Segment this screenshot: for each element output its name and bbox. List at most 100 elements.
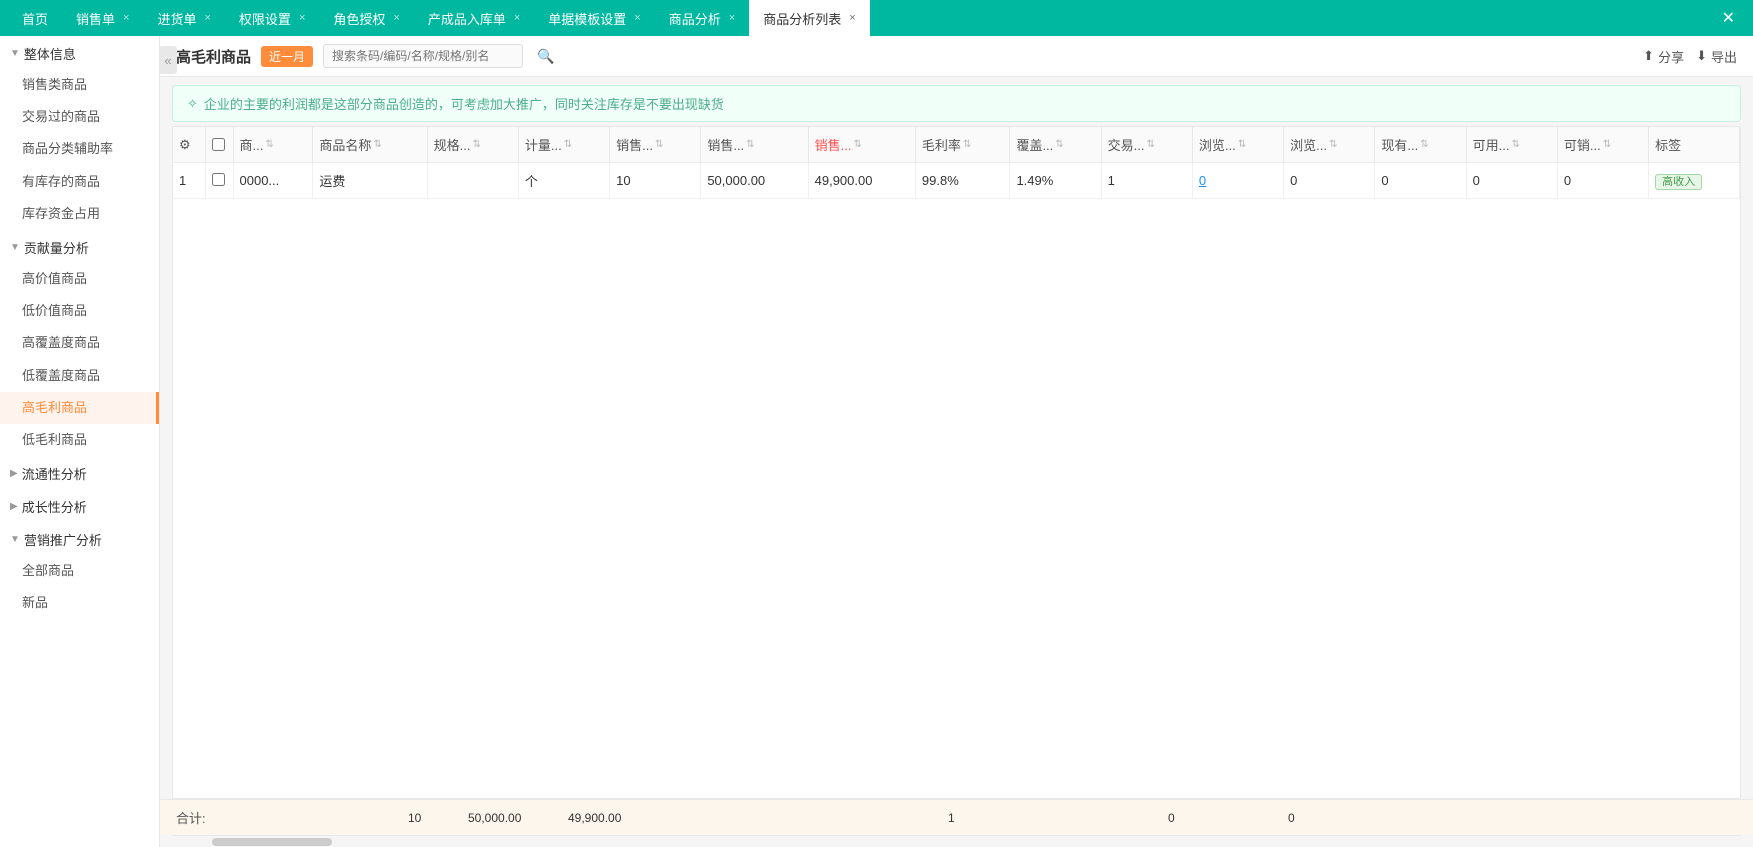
sidebar-item-low-value[interactable]: 低价值商品	[0, 295, 159, 327]
col-checkbox[interactable]	[205, 127, 233, 163]
sidebar-section-growth[interactable]: ▶ 成长性分析	[0, 489, 159, 522]
sidebar-section-marketing[interactable]: ▼ 营销推广分析	[0, 522, 159, 555]
sidebar-item-category-assist-rate[interactable]: 商品分类辅助率	[0, 133, 159, 165]
chevron-right-icon-2: ▶	[10, 501, 18, 512]
nav-home[interactable]: 首页	[8, 0, 62, 36]
sidebar-item-new-goods[interactable]: 新品	[0, 587, 159, 619]
close-purchase-order-icon[interactable]: ×	[204, 12, 210, 24]
footer-gap	[660, 811, 940, 825]
nav-purchase-order[interactable]: 进货单 ×	[143, 0, 224, 36]
sidebar: ▼ 整体信息 销售类商品 交易过的商品 商品分类辅助率 有库存的商品 库存资金占…	[0, 36, 160, 847]
cell-current-stock: 0	[1375, 163, 1466, 199]
footer-sales-qty: 10	[400, 811, 460, 825]
chevron-right-icon: ▶	[10, 468, 18, 479]
cell-name: 运费	[313, 163, 427, 199]
col-coverage[interactable]: 覆盖... ⇅	[1010, 127, 1101, 163]
nav-role-auth[interactable]: 角色授权 ×	[319, 0, 413, 36]
cell-spec	[427, 163, 518, 199]
footer-total: 合计: 10 50,000.00 49,900.00 1 0 0	[160, 799, 1753, 835]
col-current-stock[interactable]: 现有... ⇅	[1375, 127, 1466, 163]
footer-transactions: 1	[940, 811, 1000, 825]
cell-sales-amount: 50,000.00	[701, 163, 808, 199]
col-gross-margin[interactable]: 毛利率 ⇅	[915, 127, 1010, 163]
horizontal-scrollbar[interactable]	[172, 835, 1741, 847]
close-product-analysis-icon[interactable]: ×	[729, 12, 735, 24]
nav-template-settings[interactable]: 单据模板设置 ×	[534, 0, 654, 36]
top-nav-bar: 首页 销售单 × 进货单 × 权限设置 × 角色授权 × 产成品入库单 × 单据…	[0, 0, 1753, 36]
search-icon[interactable]: 🔍	[537, 48, 554, 65]
cell-index: 1	[173, 163, 205, 199]
row-checkbox[interactable]	[212, 173, 225, 186]
time-filter-button[interactable]: 近一月	[261, 46, 313, 67]
sidebar-item-low-coverage[interactable]: 低覆盖度商品	[0, 360, 159, 392]
col-unit[interactable]: 计量... ⇅	[518, 127, 609, 163]
footer-sales-amount: 50,000.00	[460, 811, 560, 825]
sidebar-item-stocked-goods[interactable]: 有库存的商品	[0, 166, 159, 198]
sort-icon-current-stock: ⇅	[1420, 139, 1428, 150]
export-button[interactable]: ⬇ 导出	[1696, 47, 1737, 66]
sidebar-item-high-coverage[interactable]: 高覆盖度商品	[0, 327, 159, 359]
col-sales-amount[interactable]: 销售... ⇅	[701, 127, 808, 163]
sort-icon-sellable: ⇅	[1603, 139, 1611, 150]
col-spec[interactable]: 规格... ⇅	[427, 127, 518, 163]
sidebar-section-overall[interactable]: ▼ 整体信息	[0, 36, 159, 69]
nav-sales-order[interactable]: 销售单 ×	[62, 0, 143, 36]
sort-icon-sales-amount: ⇅	[746, 139, 754, 150]
sidebar-toggle-button[interactable]: «	[160, 46, 177, 74]
header-actions: ⬆ 分享 ⬇ 导出	[1643, 47, 1737, 66]
col-sales-net[interactable]: 销售... ⇅	[808, 127, 915, 163]
col-transactions[interactable]: 交易... ⇅	[1101, 127, 1192, 163]
nav-product-analysis-list[interactable]: 商品分析列表 ×	[749, 0, 869, 36]
footer-cells: 10 50,000.00 49,900.00 1 0 0	[400, 811, 1340, 825]
footer-gap3	[1220, 811, 1280, 825]
share-button[interactable]: ⬆ 分享	[1643, 47, 1684, 66]
sidebar-section-liquidity[interactable]: ▶ 流通性分析	[0, 456, 159, 489]
cell-views1[interactable]: 0	[1192, 163, 1283, 199]
sidebar-item-high-value[interactable]: 高价值商品	[0, 263, 159, 295]
sidebar-item-all-goods[interactable]: 全部商品	[0, 555, 159, 587]
sidebar-item-traded-goods[interactable]: 交易过的商品	[0, 101, 159, 133]
chevron-down-icon: ▼	[10, 48, 20, 59]
col-name[interactable]: 商品名称 ⇅	[313, 127, 427, 163]
nav-product-analysis[interactable]: 商品分析 ×	[655, 0, 749, 36]
col-views2[interactable]: 浏览... ⇅	[1284, 127, 1375, 163]
chevron-down-icon-3: ▼	[10, 534, 20, 545]
sort-icon-gross-margin: ⇅	[963, 139, 971, 150]
nav-product-inbound[interactable]: 产成品入库单 ×	[414, 0, 534, 36]
close-sales-order-icon[interactable]: ×	[123, 12, 129, 24]
footer-current-stock: 0	[1160, 811, 1220, 825]
col-code[interactable]: 商... ⇅	[233, 127, 313, 163]
search-input[interactable]	[323, 44, 523, 68]
col-tag: 标签	[1649, 127, 1740, 163]
chevron-down-icon-2: ▼	[10, 242, 20, 253]
close-role-auth-icon[interactable]: ×	[393, 12, 399, 24]
sort-icon-views2: ⇅	[1329, 139, 1337, 150]
nav-permission-settings[interactable]: 权限设置 ×	[225, 0, 319, 36]
col-sales-qty[interactable]: 销售... ⇅	[610, 127, 701, 163]
footer-sales-net: 49,900.00	[560, 811, 660, 825]
sidebar-item-high-margin[interactable]: 高毛利商品	[0, 392, 159, 424]
sidebar-item-stock-capital[interactable]: 库存资金占用	[0, 198, 159, 230]
cell-checkbox[interactable]	[205, 163, 233, 199]
close-product-analysis-list-icon[interactable]: ×	[849, 12, 855, 24]
select-all-checkbox[interactable]	[212, 138, 225, 151]
close-app-button[interactable]: ✕	[1712, 8, 1745, 28]
tag-badge: 高收入	[1655, 174, 1702, 190]
col-views1[interactable]: 浏览... ⇅	[1192, 127, 1283, 163]
table-row: 1 0000... 运费 个 10 50,000.00 49,900.00 99…	[173, 163, 1740, 199]
close-product-inbound-icon[interactable]: ×	[514, 12, 520, 24]
cell-unit: 个	[518, 163, 609, 199]
info-icon: ✧	[187, 96, 198, 112]
col-settings[interactable]: ⚙	[173, 127, 205, 163]
close-template-settings-icon[interactable]: ×	[634, 12, 640, 24]
sidebar-item-low-margin[interactable]: 低毛利商品	[0, 424, 159, 456]
close-permission-settings-icon[interactable]: ×	[299, 12, 305, 24]
scrollbar-thumb[interactable]	[212, 838, 332, 846]
sort-icon-coverage: ⇅	[1055, 139, 1063, 150]
sidebar-item-sales-goods[interactable]: 销售类商品	[0, 69, 159, 101]
sidebar-section-contribution[interactable]: ▼ 贡献量分析	[0, 230, 159, 263]
col-available[interactable]: 可用... ⇅	[1466, 127, 1557, 163]
cell-coverage: 1.49%	[1010, 163, 1101, 199]
views1-link[interactable]: 0	[1199, 173, 1206, 188]
col-sellable[interactable]: 可销... ⇅	[1557, 127, 1648, 163]
